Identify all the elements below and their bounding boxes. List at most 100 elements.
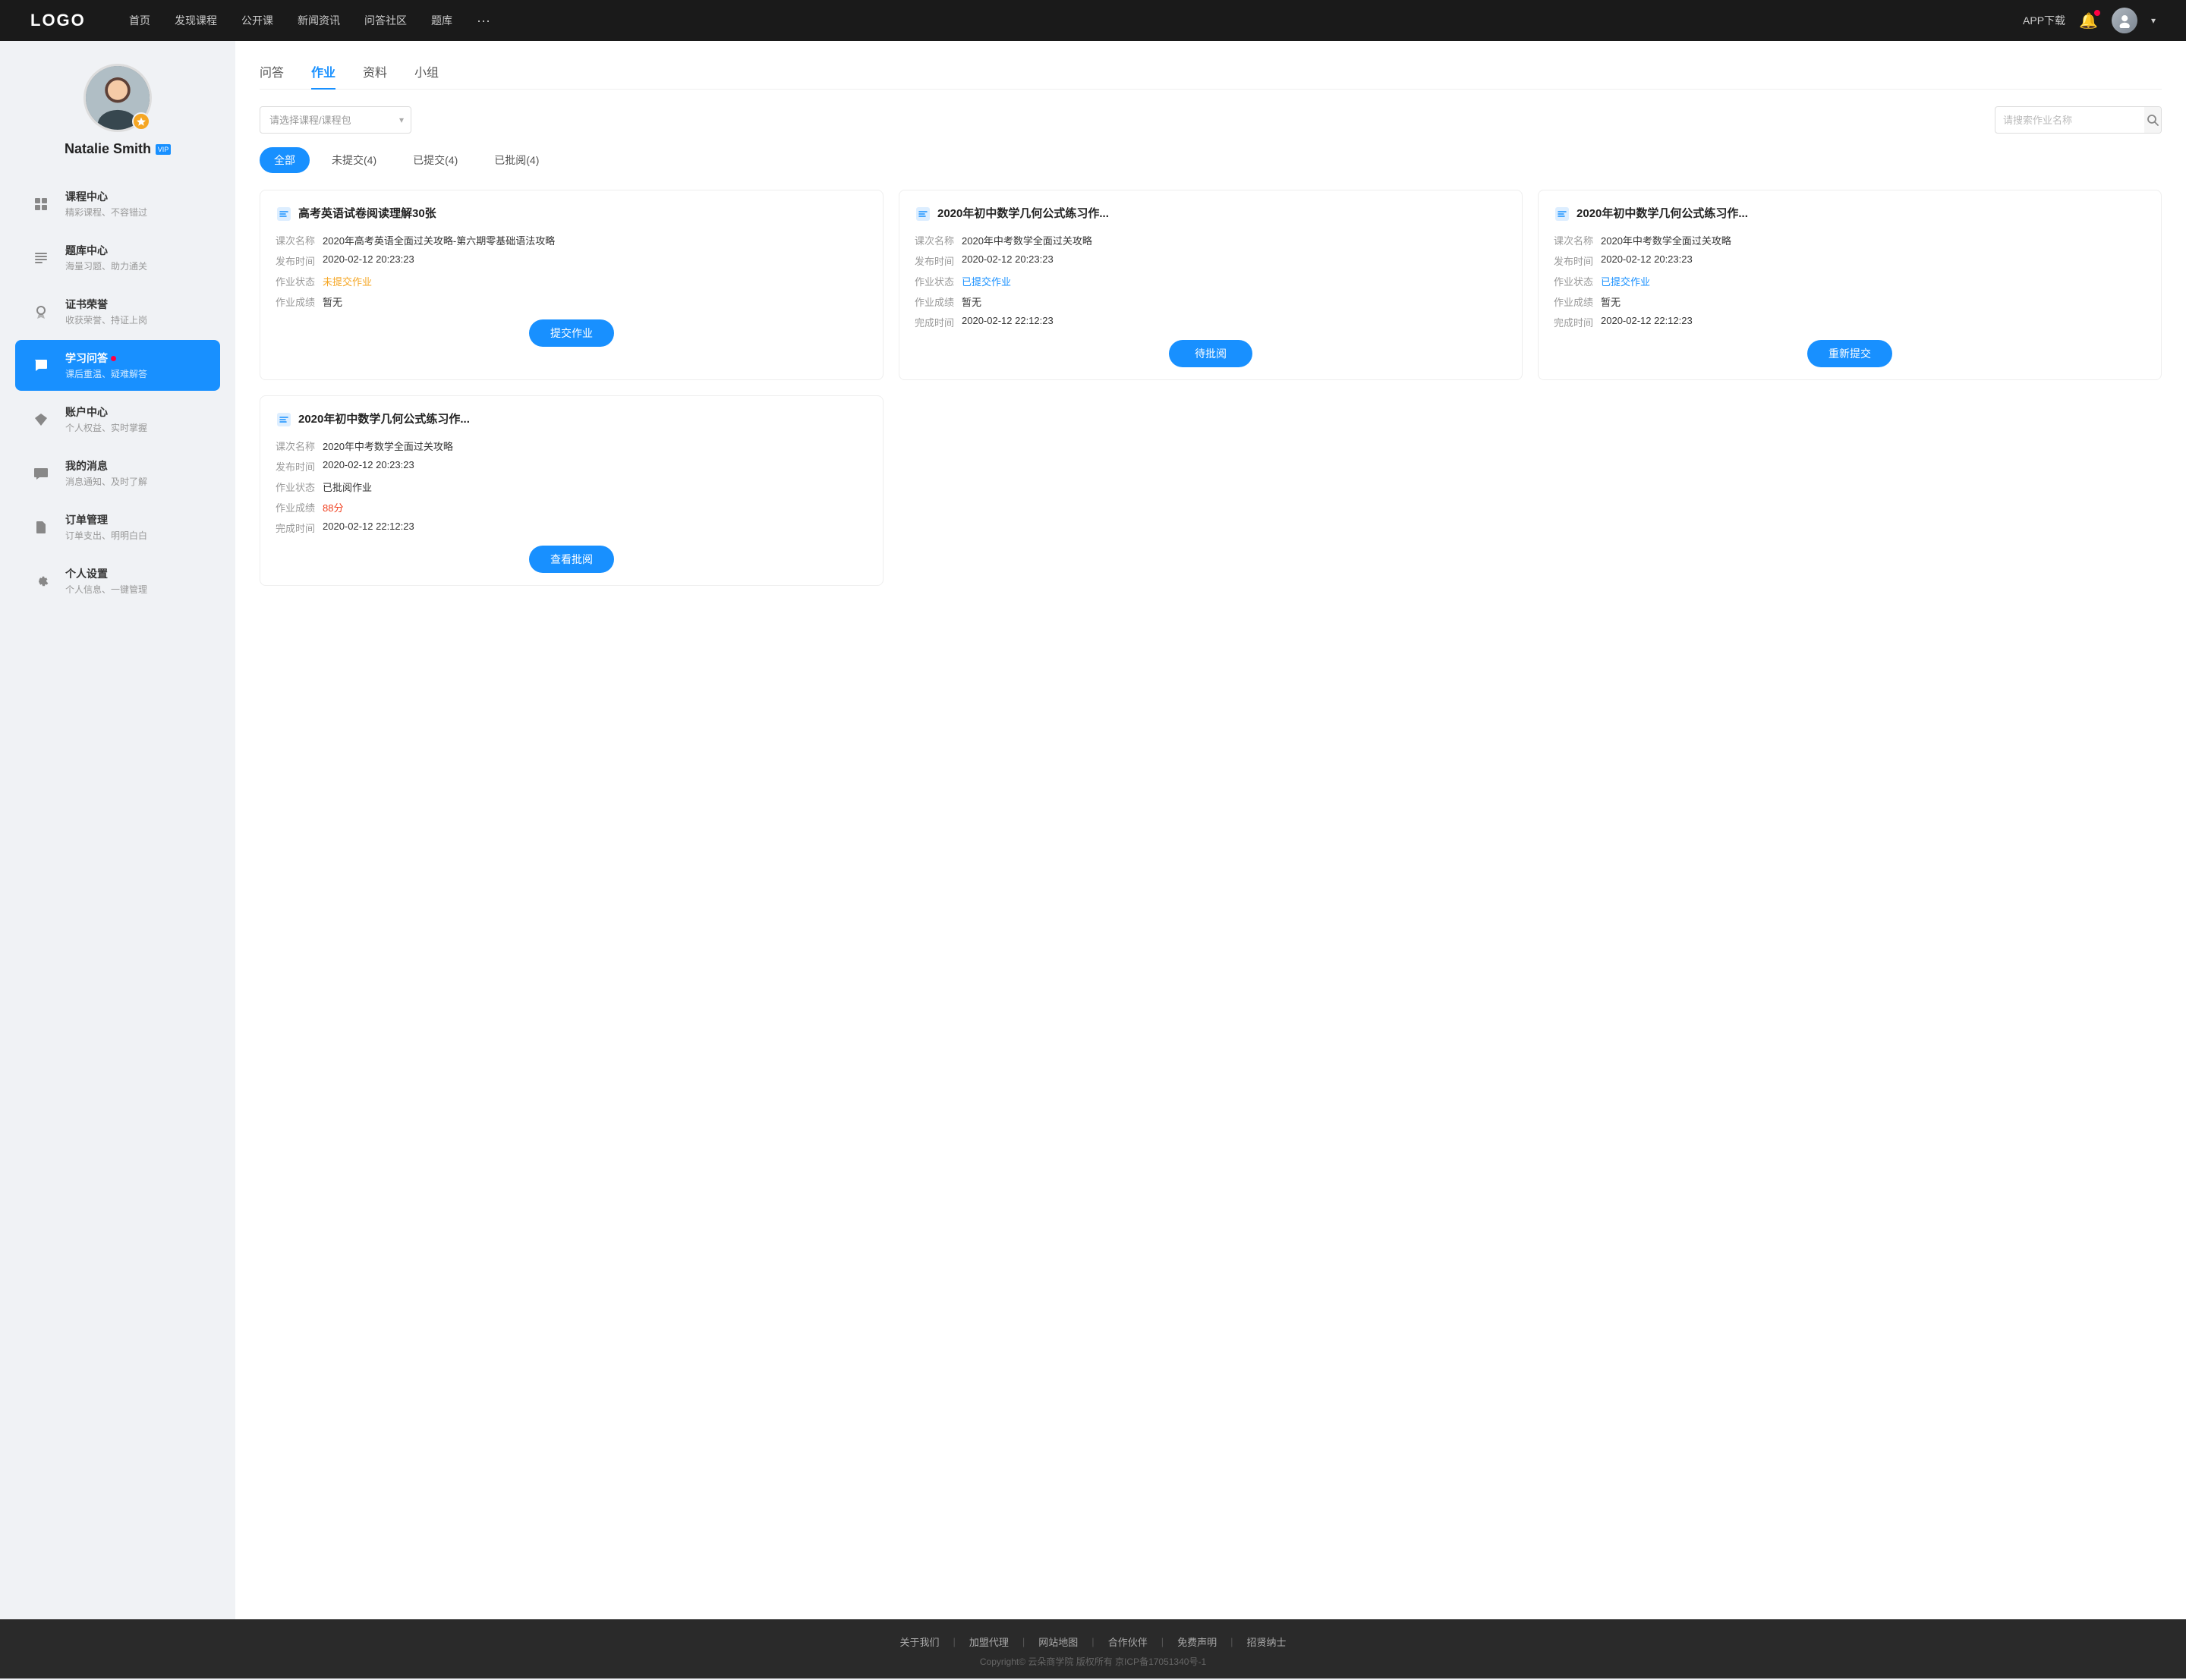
tab-materials[interactable]: 资料 xyxy=(363,62,387,90)
account-center-title: 账户中心 xyxy=(65,404,147,420)
main-tabs: 问答 作业 资料 小组 xyxy=(260,62,2162,90)
footer: 关于我们 | 加盟代理 | 网站地图 | 合作伙伴 | 免费声明 | 招贤纳士 … xyxy=(0,1619,2186,1678)
homework-card-4: 2020年初中数学几何公式练习作... 课次名称 2020年中考数学全面过关攻略… xyxy=(260,395,884,586)
card-4-complete-label: 完成时间 xyxy=(276,521,323,535)
card-2-complete-value: 2020-02-12 22:12:23 xyxy=(962,315,1507,326)
settings-sub: 个人信息、一键管理 xyxy=(65,583,147,596)
card-1-score-label: 作业成绩 xyxy=(276,294,323,309)
search-button[interactable] xyxy=(2144,106,2161,134)
card-1-status-label: 作业状态 xyxy=(276,274,323,288)
nav-open-course[interactable]: 公开课 xyxy=(241,13,273,28)
card-1-course-value: 2020年高考英语全面过关攻略-第六期零基础语法攻略 xyxy=(323,233,868,247)
card-4-status-value: 已批阅作业 xyxy=(323,480,868,494)
status-tab-reviewed[interactable]: 已批阅(4) xyxy=(480,147,553,173)
nav-home[interactable]: 首页 xyxy=(129,13,150,28)
logo[interactable]: LOGO xyxy=(30,11,91,30)
sidebar-item-question-bank[interactable]: 题库中心 海量习题、助力通关 xyxy=(15,232,220,283)
nav-discover[interactable]: 发现课程 xyxy=(175,13,217,28)
sidebar-item-certificate[interactable]: 证书荣誉 收获荣誉、持证上岗 xyxy=(15,286,220,337)
tab-qa[interactable]: 问答 xyxy=(260,62,284,90)
card-1-action-btn[interactable]: 提交作业 xyxy=(529,319,614,347)
page-body: Natalie Smith VIP 课程中心 精彩 xyxy=(0,41,2186,1619)
tab-homework[interactable]: 作业 xyxy=(311,62,335,90)
sidebar-item-learning-qa[interactable]: 学习问答 课后重温、疑难解答 xyxy=(15,340,220,391)
card-1-status-value: 未提交作业 xyxy=(323,274,868,288)
sidebar-item-account[interactable]: 账户中心 个人权益、实时掌握 xyxy=(15,394,220,445)
sidebar-item-messages[interactable]: 我的消息 消息通知、及时了解 xyxy=(15,448,220,499)
nav-question-bank[interactable]: 题库 xyxy=(431,13,452,28)
sidebar-item-orders[interactable]: 订单管理 订单支出、明明白白 xyxy=(15,502,220,552)
footer-franchise[interactable]: 加盟代理 xyxy=(956,1634,1022,1649)
learning-qa-title: 学习问答 xyxy=(65,351,147,366)
footer-recruit[interactable]: 招贤纳士 xyxy=(1233,1634,1300,1649)
question-bank-sub: 海量习题、助力通关 xyxy=(65,260,147,272)
course-center-title: 课程中心 xyxy=(65,189,147,204)
top-navigation: LOGO 首页 发现课程 公开课 新闻资讯 问答社区 题库 ··· APP下载 … xyxy=(0,0,2186,41)
gear-icon xyxy=(29,569,53,593)
certificate-title: 证书荣誉 xyxy=(65,297,147,312)
card-2-status-value: 已提交作业 xyxy=(962,274,1507,288)
status-tab-unsubmitted[interactable]: 未提交(4) xyxy=(317,147,391,173)
search-icon xyxy=(2147,114,2159,126)
award-icon xyxy=(29,300,53,324)
card-3-title: 2020年初中数学几何公式练习作... xyxy=(1577,206,1748,222)
messages-sub: 消息通知、及时了解 xyxy=(65,475,147,488)
avatar-wrap xyxy=(83,64,152,132)
card-3-complete-label: 完成时间 xyxy=(1554,315,1601,329)
footer-disclaimer[interactable]: 免费声明 xyxy=(1164,1634,1230,1649)
status-tab-all[interactable]: 全部 xyxy=(260,147,310,173)
nav-right: APP下载 🔔 ▾ xyxy=(2023,8,2156,33)
orders-sub: 订单支出、明明白白 xyxy=(65,529,147,542)
card-3-publish-label: 发布时间 xyxy=(1554,253,1601,268)
messages-title: 我的消息 xyxy=(65,458,147,473)
user-avatar-nav[interactable] xyxy=(2112,8,2137,33)
homework-cards-grid: 高考英语试卷阅读理解30张 课次名称 2020年高考英语全面过关攻略-第六期零基… xyxy=(260,190,2162,586)
diamond-icon xyxy=(29,407,53,432)
nav-qa[interactable]: 问答社区 xyxy=(364,13,407,28)
tab-groups[interactable]: 小组 xyxy=(414,62,439,90)
footer-about[interactable]: 关于我们 xyxy=(886,1634,953,1649)
card-2-action-btn[interactable]: 待批阅 xyxy=(1169,340,1252,367)
nav-more[interactable]: ··· xyxy=(477,13,490,29)
sidebar-menu: 课程中心 精彩课程、不容错过 题库中心 海量习题、助力通关 xyxy=(15,178,220,606)
footer-partners[interactable]: 合作伙伴 xyxy=(1095,1634,1161,1649)
learning-qa-sub: 课后重温、疑难解答 xyxy=(65,367,147,380)
user-profile: Natalie Smith VIP xyxy=(15,64,220,157)
card-3-status-value: 已提交作业 xyxy=(1601,274,2146,288)
status-tab-submitted[interactable]: 已提交(4) xyxy=(398,147,472,173)
card-3-score-label: 作业成绩 xyxy=(1554,294,1601,309)
card-3-action-btn[interactable]: 重新提交 xyxy=(1807,340,1892,367)
card-1-score-value: 暂无 xyxy=(323,294,868,309)
main-content: 问答 作业 资料 小组 请选择课程/课程包 ▾ xyxy=(235,41,2186,1619)
card-4-publish-label: 发布时间 xyxy=(276,459,323,473)
card-4-course-value: 2020年中考数学全面过关攻略 xyxy=(323,439,868,453)
homework-card-1: 高考英语试卷阅读理解30张 课次名称 2020年高考英语全面过关攻略-第六期零基… xyxy=(260,190,884,380)
card-4-action-btn[interactable]: 查看批阅 xyxy=(529,546,614,573)
user-menu-chevron[interactable]: ▾ xyxy=(2151,15,2156,26)
homework-icon-1 xyxy=(276,206,292,222)
user-badge-icon: VIP xyxy=(156,144,171,155)
search-wrap xyxy=(1995,106,2162,134)
card-1-course-label: 课次名称 xyxy=(276,233,323,247)
search-input[interactable] xyxy=(1995,115,2144,126)
card-4-score-value: 88分 xyxy=(323,500,868,514)
notification-red-dot xyxy=(111,356,116,361)
user-name-row: Natalie Smith VIP xyxy=(65,141,171,157)
footer-sitemap[interactable]: 网站地图 xyxy=(1025,1634,1091,1649)
nav-news[interactable]: 新闻资讯 xyxy=(298,13,340,28)
card-1-publish-label: 发布时间 xyxy=(276,253,323,268)
course-select[interactable]: 请选择课程/课程包 xyxy=(260,106,411,134)
status-tabs: 全部 未提交(4) 已提交(4) 已批阅(4) xyxy=(260,147,2162,173)
course-center-sub: 精彩课程、不容错过 xyxy=(65,206,147,219)
notification-bell[interactable]: 🔔 xyxy=(2079,11,2098,30)
notification-dot xyxy=(2094,10,2100,16)
sidebar-item-course-center[interactable]: 课程中心 精彩课程、不容错过 xyxy=(15,178,220,229)
sidebar-item-settings[interactable]: 个人设置 个人信息、一键管理 xyxy=(15,555,220,606)
app-download[interactable]: APP下载 xyxy=(2023,13,2065,28)
doc-icon xyxy=(29,515,53,540)
card-4-title: 2020年初中数学几何公式练习作... xyxy=(298,411,470,427)
card-4-publish-value: 2020-02-12 20:23:23 xyxy=(323,459,868,470)
orders-title: 订单管理 xyxy=(65,512,147,527)
card-2-score-value: 暂无 xyxy=(962,294,1507,309)
card-4-complete-value: 2020-02-12 22:12:23 xyxy=(323,521,868,532)
